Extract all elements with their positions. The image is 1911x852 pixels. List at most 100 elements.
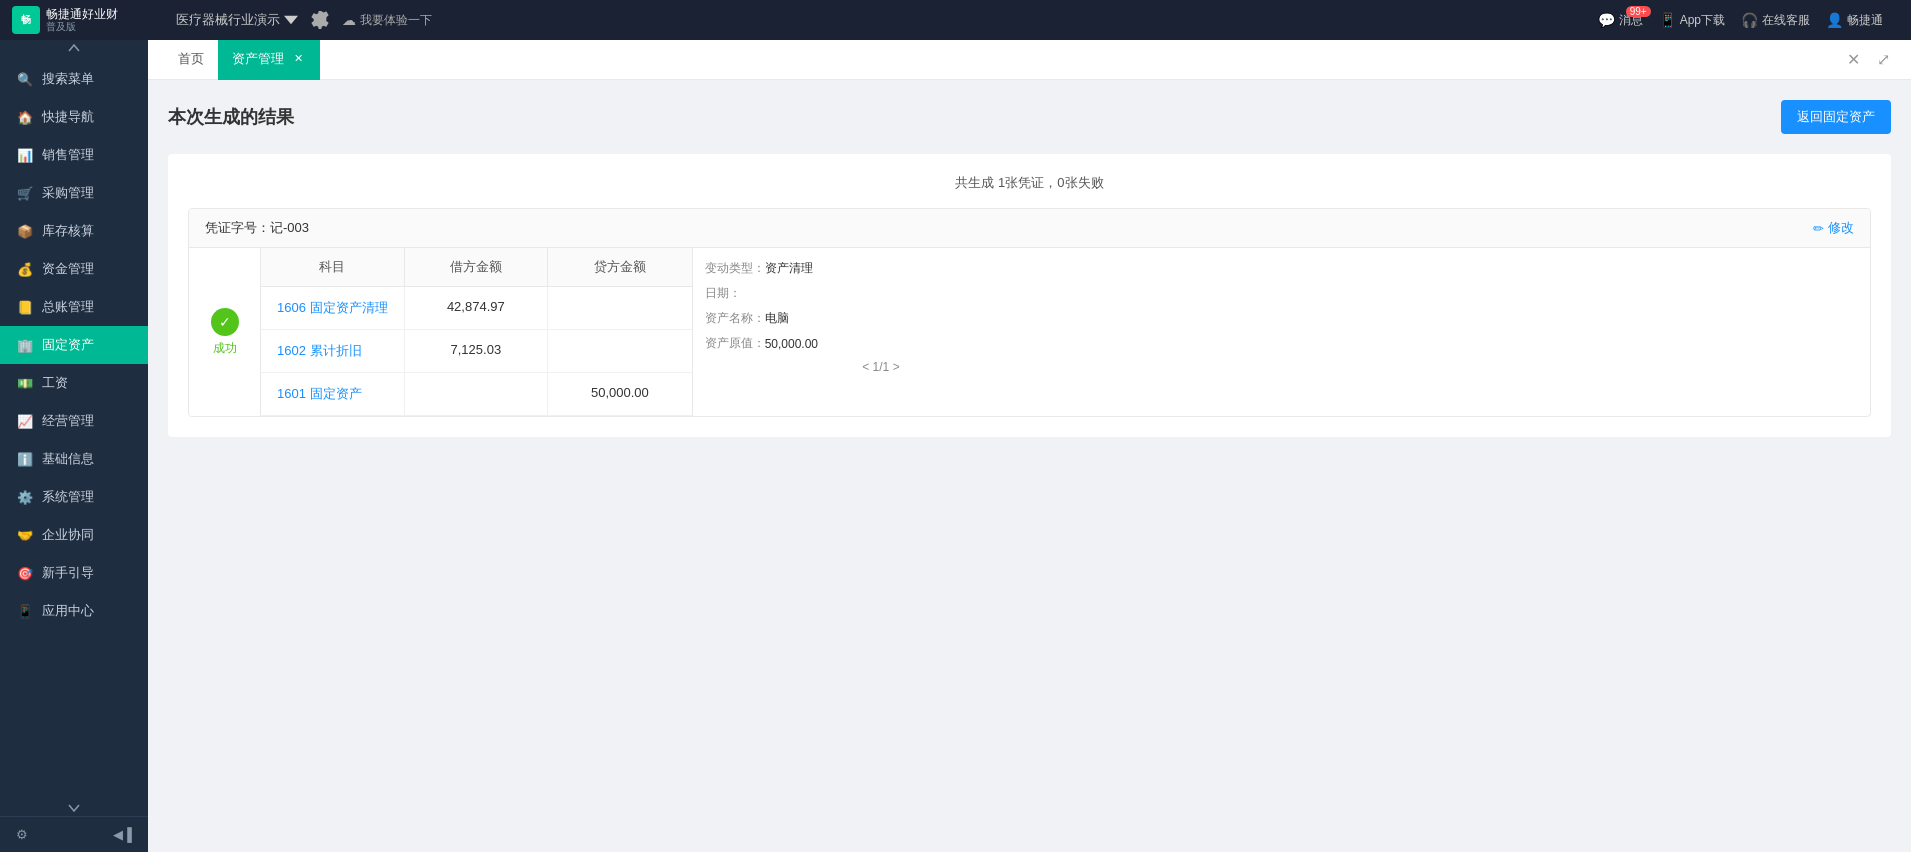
app-center-icon: 📱: [16, 602, 34, 620]
result-summary: 共生成 1张凭证，0张失败: [188, 174, 1871, 192]
app-download-label: App下载: [1680, 12, 1725, 29]
user-label: 畅捷通: [1847, 12, 1883, 29]
sidebar-label-ledger: 总账管理: [42, 298, 94, 316]
table-body: 1606 固定资产清理 42,874.97 1602 累计折旧 7,125.03: [261, 287, 692, 416]
col-debit: 借方金额: [405, 248, 549, 286]
sidebar-item-ledger[interactable]: 📒 总账管理: [0, 288, 148, 326]
sidebar-label-system: 系统管理: [42, 488, 94, 506]
app-download-button[interactable]: 📱 App下载: [1659, 12, 1725, 29]
topbar: 畅 畅捷通好业财 普及版 医疗器械行业演示 ☁ 我要体验一下 💬 消息 99+ …: [0, 0, 1911, 40]
online-service-label: 在线客服: [1762, 12, 1810, 29]
ledger-icon: 📒: [16, 298, 34, 316]
voucher-section: 凭证字号：记-003 ✏ 修改 ✓ 成功: [188, 208, 1871, 417]
topbar-middle: 医疗器械行业演示 ☁ 我要体验一下: [160, 6, 1598, 34]
sidebar-label-purchase: 采购管理: [42, 184, 94, 202]
fixed-assets-icon: 🏢: [16, 336, 34, 354]
sidebar-item-purchase[interactable]: 🛒 采购管理: [0, 174, 148, 212]
table-row: 1601 固定资产 50,000.00: [261, 373, 692, 416]
type-value: 资产清理: [765, 260, 813, 277]
home-icon: 🏠: [16, 108, 34, 126]
topbar-right: 💬 消息 99+ 📱 App下载 🎧 在线客服 👤 畅捷通: [1598, 12, 1899, 29]
edit-icon: ✏: [1813, 221, 1824, 236]
row1-credit: [548, 287, 692, 329]
messages-button[interactable]: 💬 消息 99+: [1598, 12, 1643, 29]
basic-info-icon: ℹ️: [16, 450, 34, 468]
user-button[interactable]: 👤 畅捷通: [1826, 12, 1883, 29]
sidebar-item-inventory[interactable]: 📦 库存核算: [0, 212, 148, 250]
tab-close-icon[interactable]: ✕: [290, 51, 306, 67]
company-selector[interactable]: 医疗器械行业演示: [176, 11, 298, 29]
system-icon: ⚙️: [16, 488, 34, 506]
type-row: 变动类型： 资产清理: [705, 260, 900, 277]
next-page-btn[interactable]: >: [893, 360, 900, 374]
original-value-label: 资产原值：: [705, 335, 765, 352]
date-row: 日期：: [705, 285, 900, 302]
prev-page-btn[interactable]: <: [862, 360, 869, 374]
sidebar-item-fixed-assets[interactable]: 🏢 固定资产: [0, 326, 148, 364]
sidebar-label-enterprise: 企业协同: [42, 526, 94, 544]
sidebar-item-guide[interactable]: 🎯 新手引导: [0, 554, 148, 592]
company-name: 医疗器械行业演示: [176, 11, 280, 29]
logo: 畅 畅捷通好业财 普及版: [12, 6, 160, 34]
sidebar-label-app-center: 应用中心: [42, 602, 94, 620]
page-content: 本次生成的结果 返回固定资产 共生成 1张凭证，0张失败 凭证字号：记-003 …: [148, 80, 1911, 852]
settings-footer-button[interactable]: ⚙: [16, 827, 28, 842]
sidebar-item-system[interactable]: ⚙️ 系统管理: [0, 478, 148, 516]
voucher-table: 科目 借方金额 贷方金额 1606 固定资产清理 42,874.97: [261, 248, 692, 416]
table-row: 1606 固定资产清理 42,874.97: [261, 287, 692, 330]
panel-expand-button[interactable]: ⤢: [1871, 48, 1895, 72]
scroll-down-btn[interactable]: [0, 800, 148, 816]
row2-subject: 1602 累计折旧: [261, 330, 405, 372]
purchase-icon: 🛒: [16, 184, 34, 202]
sidebar-nav: 🔍 搜索菜单 🏠 快捷导航 📊 销售管理 🛒 采购管理 📦 库存核算 💰: [0, 56, 148, 800]
panel-close-button[interactable]: ✕: [1841, 48, 1865, 72]
sidebar-label-inventory: 库存核算: [42, 222, 94, 240]
sidebar-label-quick-nav: 快捷导航: [42, 108, 94, 126]
sidebar-item-basic-info[interactable]: ℹ️ 基础信息: [0, 440, 148, 478]
sidebar-item-search[interactable]: 🔍 搜索菜单: [0, 60, 148, 98]
sidebar-item-sales[interactable]: 📊 销售管理: [0, 136, 148, 174]
voucher-content: ✓ 成功 科目 借方金额 贷方金额: [189, 248, 1870, 416]
sidebar-item-quick-nav[interactable]: 🏠 快捷导航: [0, 98, 148, 136]
original-value: 50,000.00: [765, 337, 818, 351]
sidebar-item-operations[interactable]: 📈 经营管理: [0, 402, 148, 440]
logo-icon: 畅: [12, 6, 40, 34]
row1-debit: 42,874.97: [405, 287, 549, 329]
experience-button[interactable]: ☁ 我要体验一下: [342, 12, 432, 29]
collapse-icon: ◀▐: [113, 827, 132, 842]
sidebar-item-finance[interactable]: 💰 资金管理: [0, 250, 148, 288]
settings-icon[interactable]: [306, 6, 334, 34]
sidebar-label-finance: 资金管理: [42, 260, 94, 278]
messages-badge: 99+: [1626, 6, 1651, 17]
return-button[interactable]: 返回固定资产: [1781, 100, 1891, 134]
finance-icon: 💰: [16, 260, 34, 278]
sidebar-label-basic-info: 基础信息: [42, 450, 94, 468]
online-service-button[interactable]: 🎧 在线客服: [1741, 12, 1810, 29]
sidebar: 🔍 搜索菜单 🏠 快捷导航 📊 销售管理 🛒 采购管理 📦 库存核算 💰: [0, 40, 148, 852]
tab-asset-mgmt[interactable]: 资产管理 ✕: [218, 40, 320, 80]
row3-debit: [405, 373, 549, 415]
sidebar-item-enterprise[interactable]: 🤝 企业协同: [0, 516, 148, 554]
sidebar-footer: ⚙ ◀▐: [0, 816, 148, 852]
table-header: 科目 借方金额 贷方金额: [261, 248, 692, 287]
sidebar-item-app-center[interactable]: 📱 应用中心: [0, 592, 148, 630]
col-subject: 科目: [261, 248, 405, 286]
sidebar-label-guide: 新手引导: [42, 564, 94, 582]
asset-name-row: 资产名称： 电脑: [705, 310, 900, 327]
page-title: 本次生成的结果: [168, 105, 294, 129]
voucher-header: 凭证字号：记-003 ✏ 修改: [189, 209, 1870, 248]
row3-subject: 1601 固定资产: [261, 373, 405, 415]
enterprise-icon: 🤝: [16, 526, 34, 544]
scroll-up-btn[interactable]: [0, 40, 148, 56]
sidebar-label-sales: 销售管理: [42, 146, 94, 164]
collapse-button[interactable]: ◀▐: [113, 827, 132, 842]
type-label: 变动类型：: [705, 260, 765, 277]
sidebar-item-payroll[interactable]: 💵 工资: [0, 364, 148, 402]
logo-sub: 普及版: [46, 21, 118, 33]
settings-footer-icon: ⚙: [16, 827, 28, 842]
tab-bar: 首页 资产管理 ✕ ✕ ⤢: [148, 40, 1911, 80]
row3-credit: 50,000.00: [548, 373, 692, 415]
tab-home[interactable]: 首页: [164, 40, 218, 80]
edit-button[interactable]: ✏ 修改: [1813, 219, 1854, 237]
sales-icon: 📊: [16, 146, 34, 164]
